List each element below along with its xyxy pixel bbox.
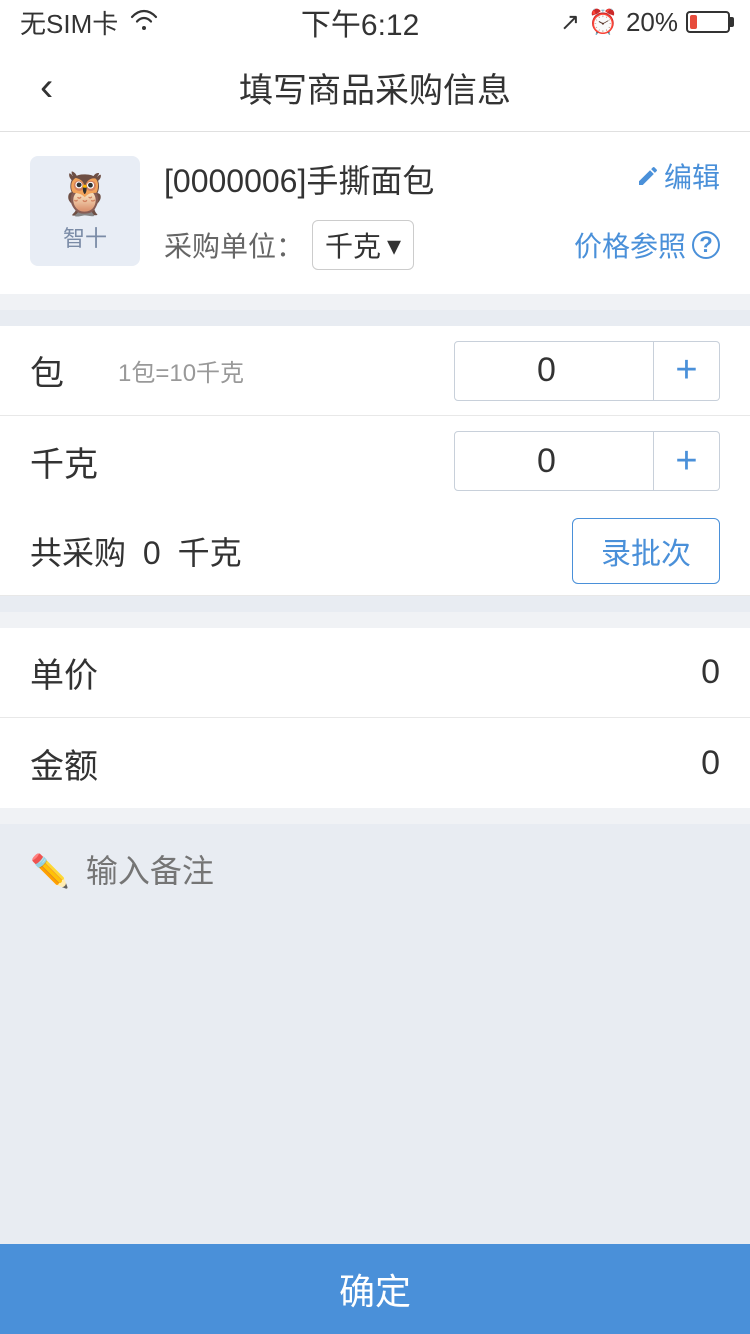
price-ref-help-icon: ?: [692, 231, 720, 259]
notes-input[interactable]: [86, 853, 720, 890]
status-bar: 无SIM卡 下午6:12 ↗ ⏰ 20%: [0, 0, 750, 44]
bag-plus-button[interactable]: +: [654, 341, 720, 401]
unit-price-value: 0: [701, 653, 720, 692]
bag-row: 包 1包=10千克 +: [0, 326, 750, 416]
unit-dropdown[interactable]: 千克 ▾: [312, 220, 414, 270]
product-name: [0000006]手撕面包: [164, 156, 434, 202]
confirm-button[interactable]: 确定: [0, 1244, 750, 1334]
alarm-icon: ⏰: [588, 8, 618, 37]
status-bar-time: 下午6:12: [301, 0, 419, 44]
kg-input-area: +: [110, 431, 720, 491]
content-spacer: [0, 918, 750, 1244]
battery-icon: [686, 11, 730, 33]
dropdown-arrow-icon: ▾: [387, 229, 401, 262]
wifi-icon: [128, 7, 160, 38]
bag-sublabel: 1包=10千克: [118, 353, 244, 388]
battery-fill: [690, 15, 697, 29]
price-section: 单价 0 金额 0: [0, 628, 750, 808]
back-button[interactable]: ‹: [30, 55, 63, 120]
unit-price-row: 单价 0: [0, 628, 750, 718]
status-bar-left: 无SIM卡: [20, 4, 160, 41]
price-reference-button[interactable]: 价格参照 ?: [574, 225, 720, 265]
confirm-button-label: 确定: [339, 1263, 411, 1315]
product-brand: 智十: [63, 221, 107, 253]
kg-row: 千克 +: [0, 416, 750, 506]
carrier-text: 无SIM卡: [20, 4, 118, 41]
amount-row: 金额 0: [0, 718, 750, 808]
amount-value: 0: [701, 744, 720, 783]
battery-percent: 20%: [626, 7, 678, 38]
kg-label: 千克: [30, 437, 110, 486]
bag-quantity-input[interactable]: [454, 341, 654, 401]
location-icon: ↗: [560, 8, 580, 37]
page-title: 填写商品采购信息: [239, 63, 511, 112]
product-info: [0000006]手撕面包 编辑 采购单位： 千克 ▾ 价格: [164, 156, 720, 270]
section-divider-1: [0, 310, 750, 326]
product-card: 🦉 智十 [0000006]手撕面包 编辑 采购单位： 千克: [0, 132, 750, 294]
product-thumbnail: 🦉 智十: [30, 156, 140, 266]
summary-row: 共采购 0 千克 录批次: [0, 506, 750, 596]
edit-button[interactable]: 编辑: [636, 156, 720, 196]
bag-label: 包: [30, 346, 110, 395]
amount-label: 金额: [30, 739, 98, 788]
unit-label: 采购单位： 千克 ▾: [164, 220, 414, 270]
record-batch-button[interactable]: 录批次: [572, 518, 720, 584]
pencil-icon: ✏️: [30, 852, 70, 890]
section-divider-2: [0, 596, 750, 612]
bag-input-area: +: [244, 341, 720, 401]
unit-price-label: 单价: [30, 648, 98, 697]
product-unit-row: 采购单位： 千克 ▾ 价格参照 ?: [164, 220, 720, 270]
product-header: [0000006]手撕面包 编辑: [164, 156, 720, 202]
kg-quantity-input[interactable]: [454, 431, 654, 491]
nav-bar: ‹ 填写商品采购信息: [0, 44, 750, 132]
summary-text: 共采购 0 千克: [30, 528, 242, 574]
notes-section: ✏️: [0, 824, 750, 918]
summary-value: 0: [143, 535, 161, 571]
form-section: 包 1包=10千克 + 千克 +: [0, 326, 750, 506]
product-owl-icon: 🦉: [59, 170, 111, 219]
status-bar-right: ↗ ⏰ 20%: [560, 7, 730, 38]
kg-plus-button[interactable]: +: [654, 431, 720, 491]
